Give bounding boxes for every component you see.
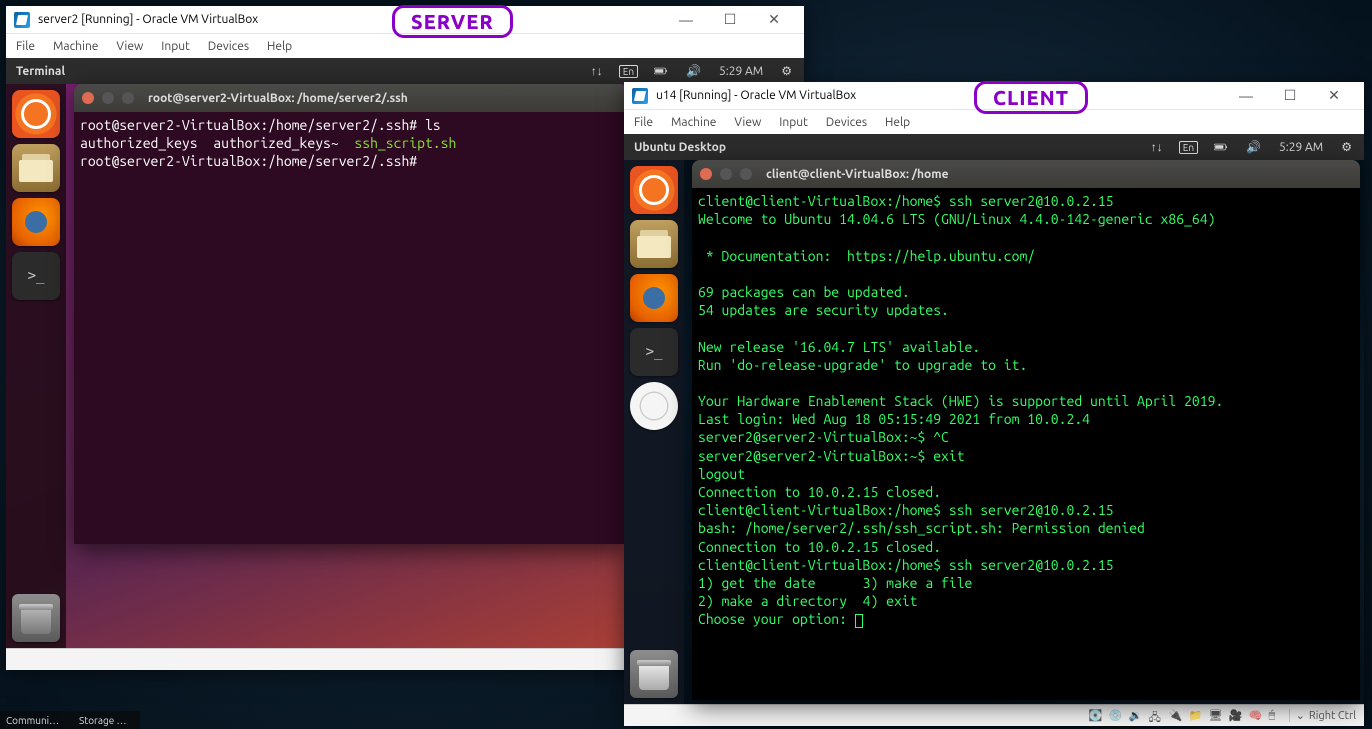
client-terminal-body[interactable]: client@client-VirtualBox:/home$ ssh serv… [692,188,1360,700]
clock[interactable]: 5:29 AM [717,65,765,78]
volume-icon[interactable]: 🔊 [684,64,703,78]
host-key-arrow-icon: ⌄ [1296,709,1305,722]
client-vbox-statusbar: 💽 💿 🔉 🖧 🔌 📁 🖥 🎥 🧠 🖱 ⌄ Right Ctrl [624,704,1364,726]
gear-icon[interactable]: ⚙ [779,64,794,78]
files-icon[interactable] [12,144,60,192]
term-min-icon[interactable] [720,168,732,180]
client-ubuntu-topbar: Ubuntu Desktop ↑↓ En 🔊 5:29 AM ⚙ [624,134,1364,160]
menu-help[interactable]: Help [885,116,910,129]
menu-machine[interactable]: Machine [671,116,716,129]
menu-view[interactable]: View [734,116,761,129]
host-task2: Storage … [79,715,126,726]
audio-icon[interactable]: 🔉 [1129,709,1143,723]
menu-input[interactable]: Input [779,116,808,129]
term-max-icon[interactable] [122,92,134,104]
server-badge: SERVER [392,5,513,38]
menu-file[interactable]: File [16,40,35,53]
minimize-button[interactable]: — [664,6,708,34]
server-terminal-body[interactable]: root@server2-VirtualBox:/home/server2/.s… [74,112,626,544]
host-task1: Communi… [6,715,59,726]
menu-view[interactable]: View [116,40,143,53]
gear-icon[interactable]: ⚙ [1339,140,1354,154]
cpu-icon[interactable]: 🧠 [1249,709,1263,723]
menu-file[interactable]: File [634,116,653,129]
trash-icon[interactable] [630,650,678,698]
term-close-icon[interactable] [700,168,712,180]
topbar-app-name: Terminal [16,65,65,78]
host-taskbar-fragment: Communi… Storage … [0,711,140,729]
files-icon[interactable] [630,220,678,268]
menu-machine[interactable]: Machine [53,40,98,53]
server-launcher [6,84,66,648]
disc-icon[interactable] [630,382,678,430]
minimize-button[interactable]: — [1224,82,1268,110]
terminal-icon[interactable] [630,328,678,376]
usb-icon[interactable]: 🔌 [1169,709,1183,723]
server-terminal-window: root@server2-VirtualBox: /home/server2/.… [74,84,626,544]
server-ubuntu-topbar: Terminal ↑↓ En 🔊 5:29 AM ⚙ [6,58,804,84]
virtualbox-icon [14,12,30,28]
client-vm-window: u14 [Running] - Oracle VM VirtualBox — ☐… [624,82,1364,726]
client-window-title: u14 [Running] - Oracle VM VirtualBox [656,89,1216,102]
mouse-integration-icon[interactable]: 🖱 [1269,709,1283,723]
trash-icon[interactable] [12,594,60,642]
network-status-icon[interactable]: 🖧 [1149,709,1163,723]
menu-devices[interactable]: Devices [826,116,867,129]
close-button[interactable]: ✕ [1312,82,1356,110]
maximize-button[interactable]: ☐ [708,6,752,34]
menu-devices[interactable]: Devices [208,40,249,53]
hd-icon[interactable]: 💽 [1089,709,1103,723]
term-min-icon[interactable] [102,92,114,104]
battery-icon[interactable] [1212,140,1230,154]
menu-help[interactable]: Help [267,40,292,53]
server-terminal-titlebar[interactable]: root@server2-VirtualBox: /home/server2/.… [74,84,626,112]
firefox-icon[interactable] [630,274,678,322]
recording-icon[interactable]: 🎥 [1229,709,1243,723]
client-terminal-text: client@client-VirtualBox:/home$ ssh serv… [698,193,1223,627]
topbar-app-name: Ubuntu Desktop [634,141,726,154]
server-terminal-title: root@server2-VirtualBox: /home/server2/.… [148,92,408,105]
host-key-indicator[interactable]: ⌄ Right Ctrl [1289,709,1356,722]
virtualbox-icon [632,88,648,104]
language-indicator[interactable]: En [1179,141,1198,154]
maximize-button[interactable]: ☐ [1268,82,1312,110]
dash-icon[interactable] [630,166,678,214]
firefox-icon[interactable] [12,198,60,246]
language-indicator[interactable]: En [619,65,638,78]
cursor-icon [855,614,863,628]
server-window-title: server2 [Running] - Oracle VM VirtualBox [38,13,656,26]
client-terminal-window: client@client-VirtualBox: /home client@c… [692,160,1360,700]
terminal-icon[interactable] [12,252,60,300]
close-button[interactable]: ✕ [752,6,796,34]
client-terminal-titlebar[interactable]: client@client-VirtualBox: /home [692,160,1360,188]
client-ubuntu-desktop: client@client-VirtualBox: /home client@c… [624,160,1364,704]
display-icon[interactable]: 🖥 [1209,709,1223,723]
optical-icon[interactable]: 💿 [1109,709,1123,723]
term-max-icon[interactable] [740,168,752,180]
battery-icon[interactable] [652,64,670,78]
client-badge: CLIENT [974,81,1088,114]
network-icon[interactable]: ↑↓ [1149,140,1165,154]
shared-folder-icon[interactable]: 📁 [1189,709,1203,723]
host-key-label: Right Ctrl [1309,710,1356,722]
menu-input[interactable]: Input [161,40,190,53]
volume-icon[interactable]: 🔊 [1244,140,1263,154]
client-launcher [624,160,684,704]
network-icon[interactable]: ↑↓ [589,64,605,78]
clock[interactable]: 5:29 AM [1277,141,1325,154]
client-terminal-title: client@client-VirtualBox: /home [766,168,949,181]
term-close-icon[interactable] [82,92,94,104]
dash-icon[interactable] [12,90,60,138]
